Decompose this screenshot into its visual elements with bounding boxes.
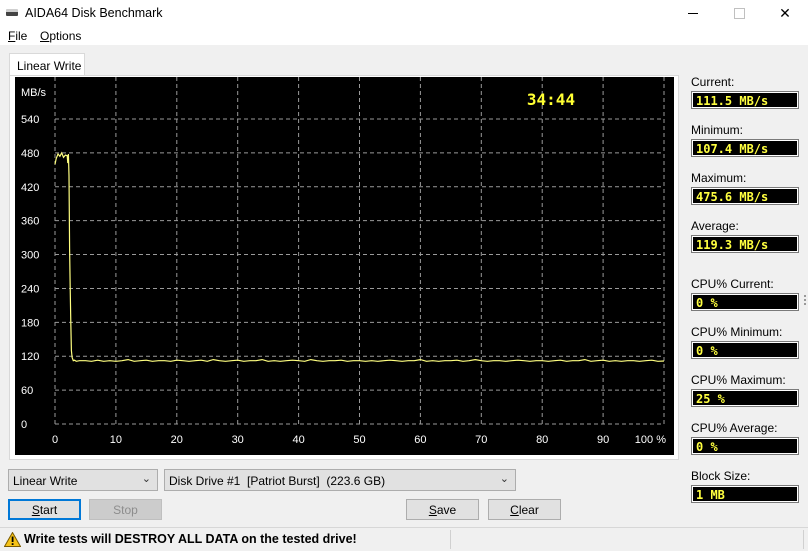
drive-select[interactable]: Disk Drive #1 [Patriot Burst] (223.6 GB)… [164,469,516,491]
cpu-current-value: 0 % [691,293,799,311]
save-button[interactable]: Save [406,499,479,520]
y-axis-label: MB/s [21,87,47,99]
current-label: Current: [691,75,735,89]
maximize-button[interactable] [716,0,762,27]
x-tick-label: 100 % [635,434,666,446]
warning-icon [4,532,21,547]
menu-file[interactable]: File [8,29,27,43]
block-size-value: 1 MB [691,485,799,503]
cpu-minimum-value: 0 % [691,341,799,359]
y-tick-label: 360 [21,216,39,228]
chevron-down-icon: ⌄ [141,473,151,485]
drive-value: Disk Drive #1 [Patriot Burst] (223.6 GB) [169,474,386,488]
clear-accel: C [510,503,519,517]
clear-label: lear [518,503,539,517]
elapsed-timer: 34:44 [527,90,575,109]
y-tick-label: 120 [21,351,39,363]
x-tick-label: 60 [414,434,426,446]
status-bar: Write tests will DESTROY ALL DATA on the… [0,527,808,551]
warning-text: Write tests will DESTROY ALL DATA on the… [24,532,357,546]
average-value: 119.3 MB/s [691,235,799,253]
cpu-maximum-label: CPU% Maximum: [691,373,786,387]
x-tick-label: 90 [597,434,609,446]
resize-grip[interactable] [803,293,807,313]
minimum-value: 107.4 MB/s [691,139,799,157]
current-value: 111.5 MB/s [691,91,799,109]
average-label: Average: [691,219,739,233]
status-divider [803,530,804,549]
menu-options-accel: O [40,29,50,43]
close-button[interactable]: ✕ [762,0,808,27]
test-type-select[interactable]: Linear Write ⌄ [8,469,158,491]
stop-label: Stop [113,503,138,517]
cpu-current-label: CPU% Current: [691,277,774,291]
cpu-average-value: 0 % [691,437,799,455]
x-tick-label: 20 [171,434,183,446]
window-title: AIDA64 Disk Benchmark [25,6,163,20]
start-button[interactable]: Start [8,499,81,520]
benchmark-chart: MB/s 540 480 420 360 300 240 180 120 60 0 0 10 20 30 40… [15,77,674,455]
chevron-down-icon: ⌄ [499,473,509,485]
x-tick-label: 30 [232,434,244,446]
x-tick-label: 80 [536,434,548,446]
test-type-value: Linear Write [13,474,78,488]
y-tick-label: 180 [21,317,39,329]
y-tick-label: 0 [21,419,27,431]
cpu-maximum-value: 25 % [691,389,799,407]
minimize-button[interactable] [670,0,716,27]
x-tick-label: 0 [52,434,58,446]
start-accel: S [31,503,40,517]
title-bar: AIDA64 Disk Benchmark ✕ [0,0,808,27]
chart-svg: MB/s 540 480 420 360 300 240 180 120 60 0 0 10 20 30 40… [21,77,666,446]
maximize-icon [733,8,745,19]
y-tick-label: 480 [21,148,39,160]
start-label: tart [39,503,58,517]
save-accel: S [428,503,437,517]
stop-button: Stop [89,499,162,520]
status-divider [450,530,451,549]
x-tick-label: 50 [353,434,365,446]
minimum-label: Minimum: [691,123,744,137]
x-tick-label: 70 [475,434,487,446]
maximum-label: Maximum: [691,171,747,185]
tab-linear-write[interactable]: Linear Write [9,53,85,75]
menu-options-label: ptions [49,29,82,43]
cpu-minimum-label: CPU% Minimum: [691,325,783,339]
close-icon: ✕ [779,5,791,21]
menu-bar: File Options [0,27,808,45]
block-size-label: Block Size: [691,469,751,483]
y-tick-label: 300 [21,250,39,262]
disk-drive-icon [6,9,18,17]
y-tick-label: 540 [21,114,39,126]
save-label: ave [436,503,457,517]
x-tick-label: 10 [110,434,122,446]
y-tick-label: 60 [21,385,33,397]
menu-file-label: ile [15,29,28,43]
menu-options[interactable]: Options [40,29,81,43]
maximum-value: 475.6 MB/s [691,187,799,205]
y-tick-label: 420 [21,182,39,194]
minimize-icon [688,13,698,14]
clear-button[interactable]: Clear [488,499,561,520]
y-tick-label: 240 [21,283,39,295]
cpu-average-label: CPU% Average: [691,421,778,435]
x-tick-label: 40 [292,434,304,446]
